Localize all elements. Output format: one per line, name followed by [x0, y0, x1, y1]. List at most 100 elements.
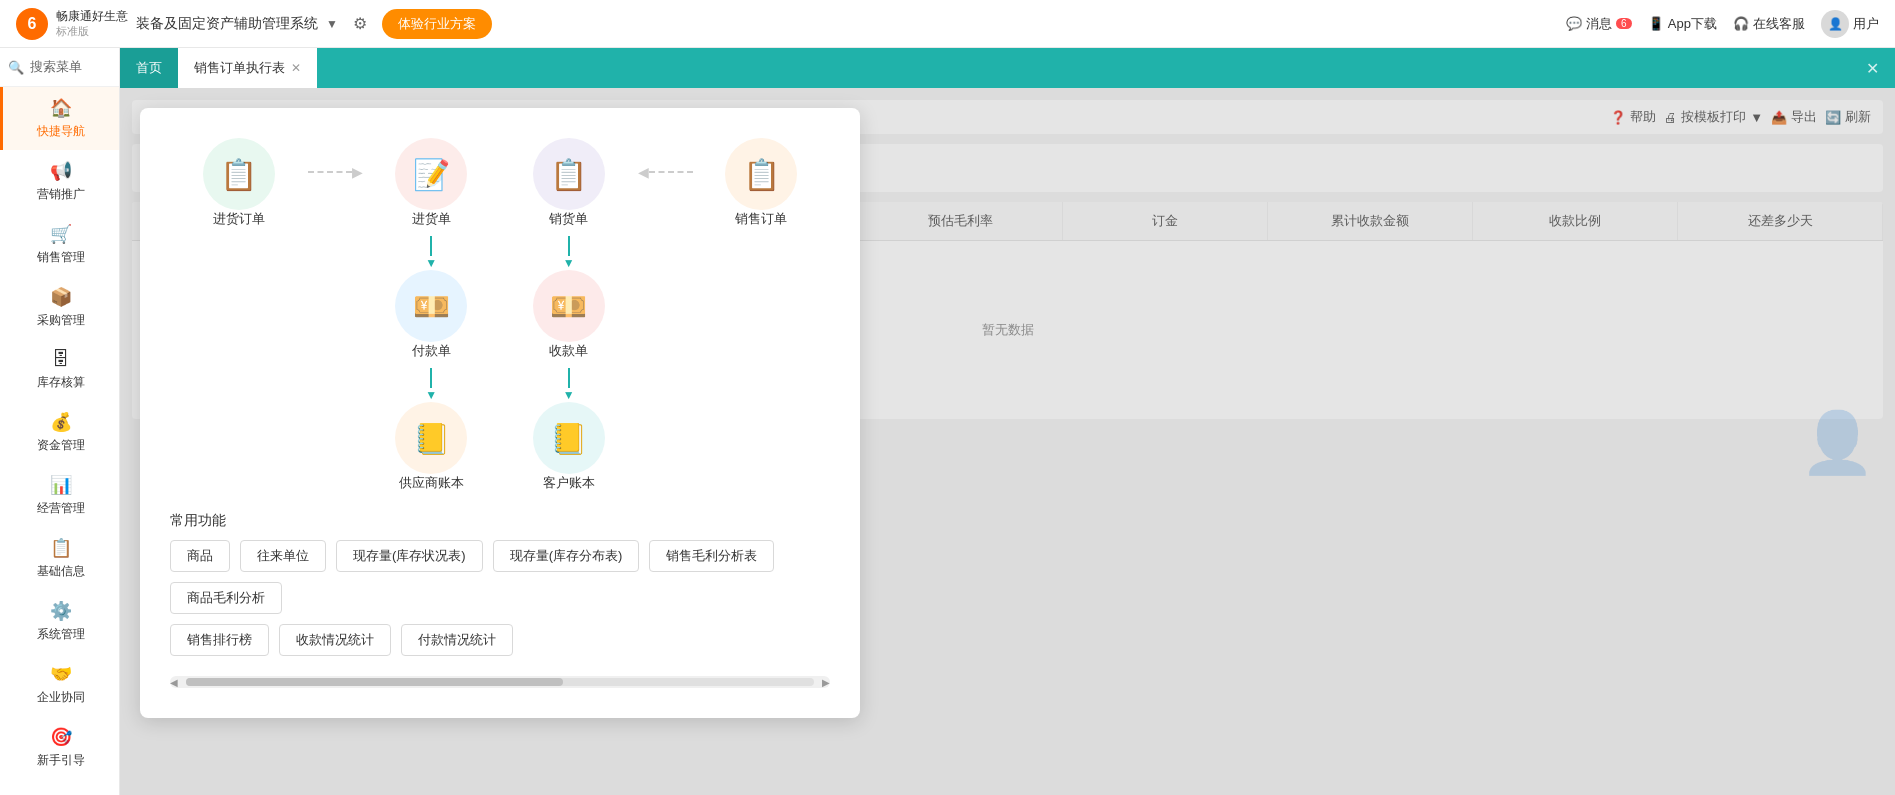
common-functions-area: 常用功能 商品 往来单位 现存量(库存状况表) 现存量(库存分布表) 销售毛利分… [170, 512, 830, 656]
arrow-jinhuo-order-to-dan: ▶ [308, 164, 363, 180]
cf-btn-payment-stats[interactable]: 付款情况统计 [401, 624, 513, 656]
node-jinhuo-dan[interactable]: 📝 进货单 [363, 138, 501, 228]
sidebar-item-purchase[interactable]: 📦 采购管理 [0, 276, 119, 339]
kehu-icon: 📒 [533, 402, 605, 474]
flow-row-3: 📒 供应商账本 📒 客户账本 [170, 402, 830, 492]
page-content: ❓ 帮助 🖨 按模板打印 ▼ 📤 导出 🔄 刷新 [120, 88, 1895, 795]
app-download-btn[interactable]: 📱 App下载 [1648, 15, 1717, 33]
logo-area: 6 畅康通好生意 标准版 [16, 8, 136, 40]
search-menu-btn[interactable]: 🔍 搜索菜单 [0, 48, 119, 87]
app-icon: 📱 [1648, 16, 1664, 31]
system-dropdown-btn[interactable]: ▼ [326, 17, 338, 31]
flow-row-1: 📋 进货订单 ▶ 📝 进货单 [170, 138, 830, 228]
home-icon: 🏠 [50, 97, 72, 119]
common-functions-title: 常用功能 [170, 512, 830, 530]
down-arrow-fukuan: ▼ [363, 368, 501, 402]
tab-bar: 首页 销售订单执行表 ✕ ✕ [120, 48, 1895, 88]
node-gongyingshang[interactable]: 📒 供应商账本 [363, 402, 501, 492]
sidebar-item-basic-info[interactable]: 📋 基础信息 [0, 527, 119, 590]
finance-icon: 💰 [50, 411, 72, 433]
scroll-left-arrow[interactable]: ◀ [170, 677, 178, 688]
content-area: 首页 销售订单执行表 ✕ ✕ ❓ 帮助 🖨 按模板打印 [120, 48, 1895, 795]
online-service-btn[interactable]: 🎧 在线客服 [1733, 15, 1805, 33]
popup-box: 📋 进货订单 ▶ 📝 进货单 [140, 108, 860, 718]
tab-close-btn[interactable]: ✕ [291, 61, 301, 75]
bg-decoration: 👤 [1800, 406, 1875, 477]
cf-btn-sales-profit[interactable]: 销售毛利分析表 [649, 540, 774, 572]
v-line-shoukuan [568, 368, 570, 388]
top-header: 6 畅康通好生意 标准版 装备及固定资产辅助管理系统 ▼ ⚙ 体验行业方案 💬 … [0, 0, 1895, 48]
cf-buttons-row1: 商品 往来单位 现存量(库存状况表) 现存量(库存分布表) 销售毛利分析表 商品… [170, 540, 830, 614]
cf-btn-product-profit[interactable]: 商品毛利分析 [170, 582, 282, 614]
sidebar-item-finance[interactable]: 💰 资金管理 [0, 401, 119, 464]
operations-icon: 📊 [50, 474, 72, 496]
down-arrow-shoukuan: ▼ [500, 368, 638, 402]
flow-row-2: 💴 付款单 💴 收款单 [170, 270, 830, 360]
search-icon: 🔍 [8, 60, 24, 75]
cooperation-icon: 🤝 [50, 663, 72, 685]
sidebar: 🔍 搜索菜单 🏠 快捷导航 📢 营销推广 🛒 销售管理 📦 采购管理 🗄 库存核… [0, 48, 120, 795]
cf-btn-sales-rank[interactable]: 销售排行榜 [170, 624, 269, 656]
down-arrow-jinhuo: ▼ [363, 236, 501, 270]
node-shoukuan-dan[interactable]: 💴 收款单 [500, 270, 638, 360]
tab-home[interactable]: 首页 [120, 48, 178, 88]
gongyingshang-icon: 📒 [395, 402, 467, 474]
main-layout: 🔍 搜索菜单 🏠 快捷导航 📢 营销推广 🛒 销售管理 📦 采购管理 🗄 库存核… [0, 48, 1895, 795]
flow-row-arrows-1: ▼ ▼ [170, 236, 830, 270]
node-xiaohuo-order[interactable]: 📋 销售订单 [693, 138, 831, 228]
sidebar-item-inventory[interactable]: 🗄 库存核算 [0, 339, 119, 401]
sidebar-item-quick-nav[interactable]: 🏠 快捷导航 [0, 87, 119, 150]
cf-btn-receipt-stats[interactable]: 收款情况统计 [279, 624, 391, 656]
v-arrow-jinhuo: ▼ [425, 256, 437, 270]
user-btn[interactable]: 👤 用户 [1821, 10, 1879, 38]
basic-info-icon: 📋 [50, 537, 72, 559]
tab-close-all-btn[interactable]: ✕ [1850, 59, 1895, 78]
inventory-icon: 🗄 [52, 349, 70, 370]
node-fukuan-dan[interactable]: 💴 付款单 [363, 270, 501, 360]
system-icon: ⚙️ [50, 600, 72, 622]
node-kehu[interactable]: 📒 客户账本 [500, 402, 638, 492]
sidebar-item-beginner[interactable]: 🎯 新手引导 [0, 716, 119, 779]
flow-diagram: 📋 进货订单 ▶ 📝 进货单 [170, 138, 830, 502]
xiaohuo-order-icon: 📋 [725, 138, 797, 210]
header-right: 💬 消息 6 📱 App下载 🎧 在线客服 👤 用户 [1566, 10, 1879, 38]
jinhuo-order-icon: 📋 [203, 138, 275, 210]
message-btn[interactable]: 💬 消息 6 [1566, 15, 1632, 33]
sidebar-item-operations[interactable]: 📊 经营管理 [0, 464, 119, 527]
sidebar-item-system[interactable]: ⚙️ 系统管理 [0, 590, 119, 653]
tab-sales-order-exec[interactable]: 销售订单执行表 ✕ [178, 48, 317, 88]
sidebar-item-cooperation[interactable]: 🤝 企业协同 [0, 653, 119, 716]
user-avatar: 👤 [1821, 10, 1849, 38]
fukuan-dan-icon: 💴 [395, 270, 467, 342]
scrollbar-track [186, 678, 814, 686]
service-icon: 🎧 [1733, 16, 1749, 31]
message-badge: 6 [1616, 18, 1632, 29]
v-line-xiaohuo [568, 236, 570, 256]
shoukuan-dan-icon: 💴 [533, 270, 605, 342]
scrollbar-thumb [186, 678, 563, 686]
settings-btn[interactable]: ⚙ [346, 10, 374, 38]
v-arrow-xiaohuo: ▼ [563, 256, 575, 270]
beginner-icon: 🎯 [50, 726, 72, 748]
cf-btn-stock-status[interactable]: 现存量(库存状况表) [336, 540, 483, 572]
node-jinhuo-order[interactable]: 📋 进货订单 [170, 138, 308, 228]
experience-btn[interactable]: 体验行业方案 [382, 9, 492, 39]
arrow-xiaohuo-order-to-dan: ◀ [638, 164, 693, 180]
scroll-right-arrow[interactable]: ▶ [822, 677, 830, 688]
system-title-area: 装备及固定资产辅助管理系统 ▼ ⚙ 体验行业方案 [136, 9, 1566, 39]
cf-btn-product[interactable]: 商品 [170, 540, 230, 572]
jinhuo-dan-icon: 📝 [395, 138, 467, 210]
v-arrow-shoukuan: ▼ [563, 388, 575, 402]
system-name: 装备及固定资产辅助管理系统 [136, 15, 318, 33]
down-arrow-xiaohuo: ▼ [500, 236, 638, 270]
sidebar-item-marketing[interactable]: 📢 营销推广 [0, 150, 119, 213]
node-xiaohuo-dan[interactable]: 📋 销货单 [500, 138, 638, 228]
cf-btn-stock-dist[interactable]: 现存量(库存分布表) [493, 540, 640, 572]
flow-row-arrows-2: ▼ ▼ [170, 368, 830, 402]
popup-overlay: 📋 进货订单 ▶ 📝 进货单 [120, 88, 1895, 795]
popup-scrollbar[interactable]: ◀ ▶ [170, 676, 830, 688]
sidebar-item-sales[interactable]: 🛒 销售管理 [0, 213, 119, 276]
v-line-fukuan [430, 368, 432, 388]
cf-btn-partner[interactable]: 往来单位 [240, 540, 326, 572]
logo-text: 畅康通好生意 标准版 [56, 9, 128, 39]
